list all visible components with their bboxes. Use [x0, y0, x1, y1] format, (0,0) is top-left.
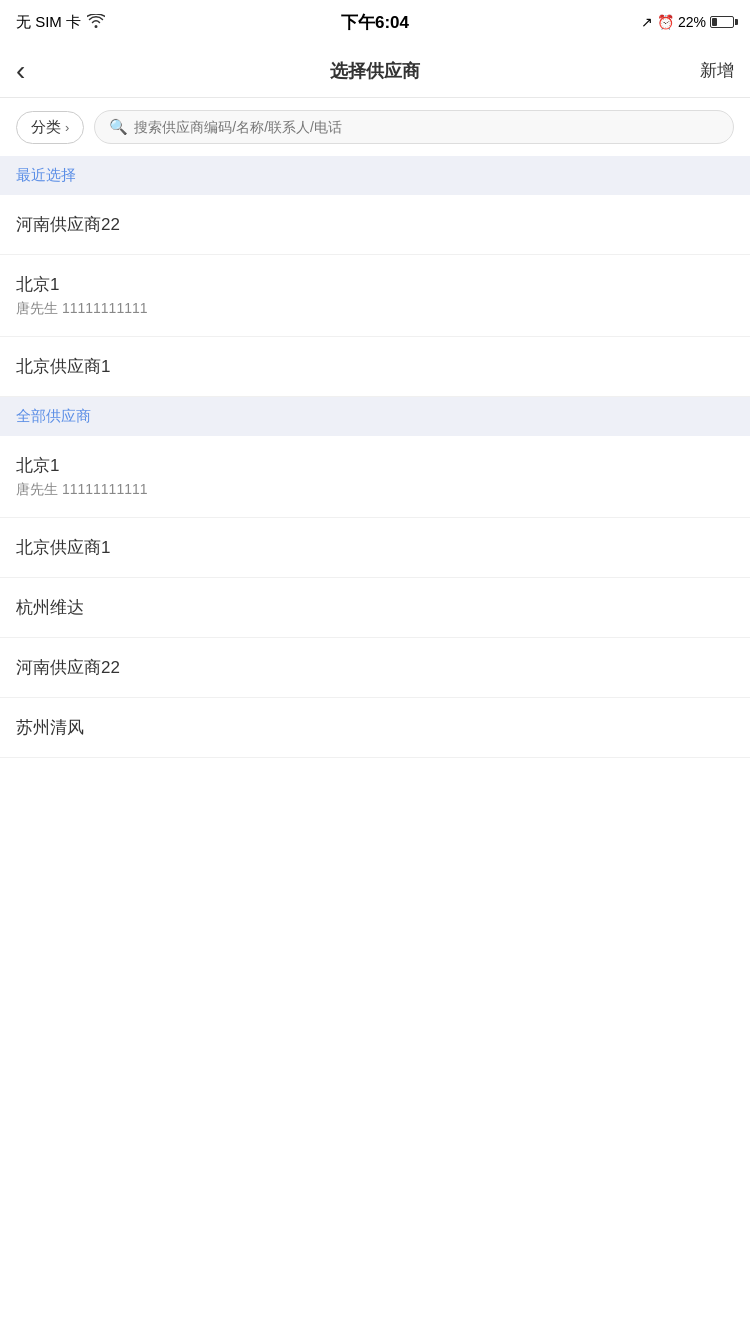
- item-sub: 唐先生 11111111111: [16, 300, 734, 318]
- item-name: 苏州清风: [16, 716, 734, 739]
- page-title: 选择供应商: [330, 59, 420, 83]
- item-name: 北京1: [16, 454, 734, 477]
- list-item[interactable]: 北京1 唐先生 11111111111: [0, 255, 750, 337]
- filter-bar: 分类 › 🔍: [0, 98, 750, 156]
- wifi-icon: [87, 14, 105, 31]
- search-input[interactable]: [134, 119, 719, 135]
- status-time: 下午6:04: [341, 11, 409, 34]
- list-item[interactable]: 北京供应商1: [0, 337, 750, 397]
- category-button[interactable]: 分类 ›: [16, 111, 84, 144]
- list-item[interactable]: 河南供应商22: [0, 195, 750, 255]
- item-name: 北京供应商1: [16, 536, 734, 559]
- status-bar: 无 SIM 卡 下午6:04 ↗ ⏰ 22%: [0, 0, 750, 44]
- alarm-icon: ⏰: [657, 14, 674, 30]
- item-name: 杭州维达: [16, 596, 734, 619]
- add-button[interactable]: 新增: [700, 59, 734, 82]
- battery-percent: 22%: [678, 14, 706, 30]
- item-sub: 唐先生 11111111111: [16, 481, 734, 499]
- recent-list: 河南供应商22 北京1 唐先生 11111111111 北京供应商1: [0, 195, 750, 397]
- all-section-header: 全部供应商: [0, 397, 750, 436]
- recent-section-header: 最近选择: [0, 156, 750, 195]
- search-icon: 🔍: [109, 118, 128, 136]
- list-item[interactable]: 北京1 唐先生 11111111111: [0, 436, 750, 518]
- back-button[interactable]: ‹: [8, 47, 33, 95]
- search-box[interactable]: 🔍: [94, 110, 734, 144]
- nav-bar: ‹ 选择供应商 新增: [0, 44, 750, 98]
- item-name: 河南供应商22: [16, 656, 734, 679]
- list-item[interactable]: 杭州维达: [0, 578, 750, 638]
- status-left: 无 SIM 卡: [16, 13, 105, 32]
- status-right: ↗ ⏰ 22%: [641, 14, 734, 30]
- item-name: 北京供应商1: [16, 355, 734, 378]
- list-item[interactable]: 北京供应商1: [0, 518, 750, 578]
- list-item[interactable]: 河南供应商22: [0, 638, 750, 698]
- chevron-right-icon: ›: [65, 120, 69, 135]
- category-label: 分类: [31, 118, 61, 137]
- item-name: 河南供应商22: [16, 213, 734, 236]
- battery-icon: [710, 16, 734, 28]
- carrier-label: 无 SIM 卡: [16, 13, 81, 32]
- location-icon: ↗: [641, 14, 653, 30]
- all-list: 北京1 唐先生 11111111111 北京供应商1 杭州维达河南供应商22 苏州清风: [0, 436, 750, 758]
- list-item[interactable]: 苏州清风: [0, 698, 750, 758]
- item-name: 北京1: [16, 273, 734, 296]
